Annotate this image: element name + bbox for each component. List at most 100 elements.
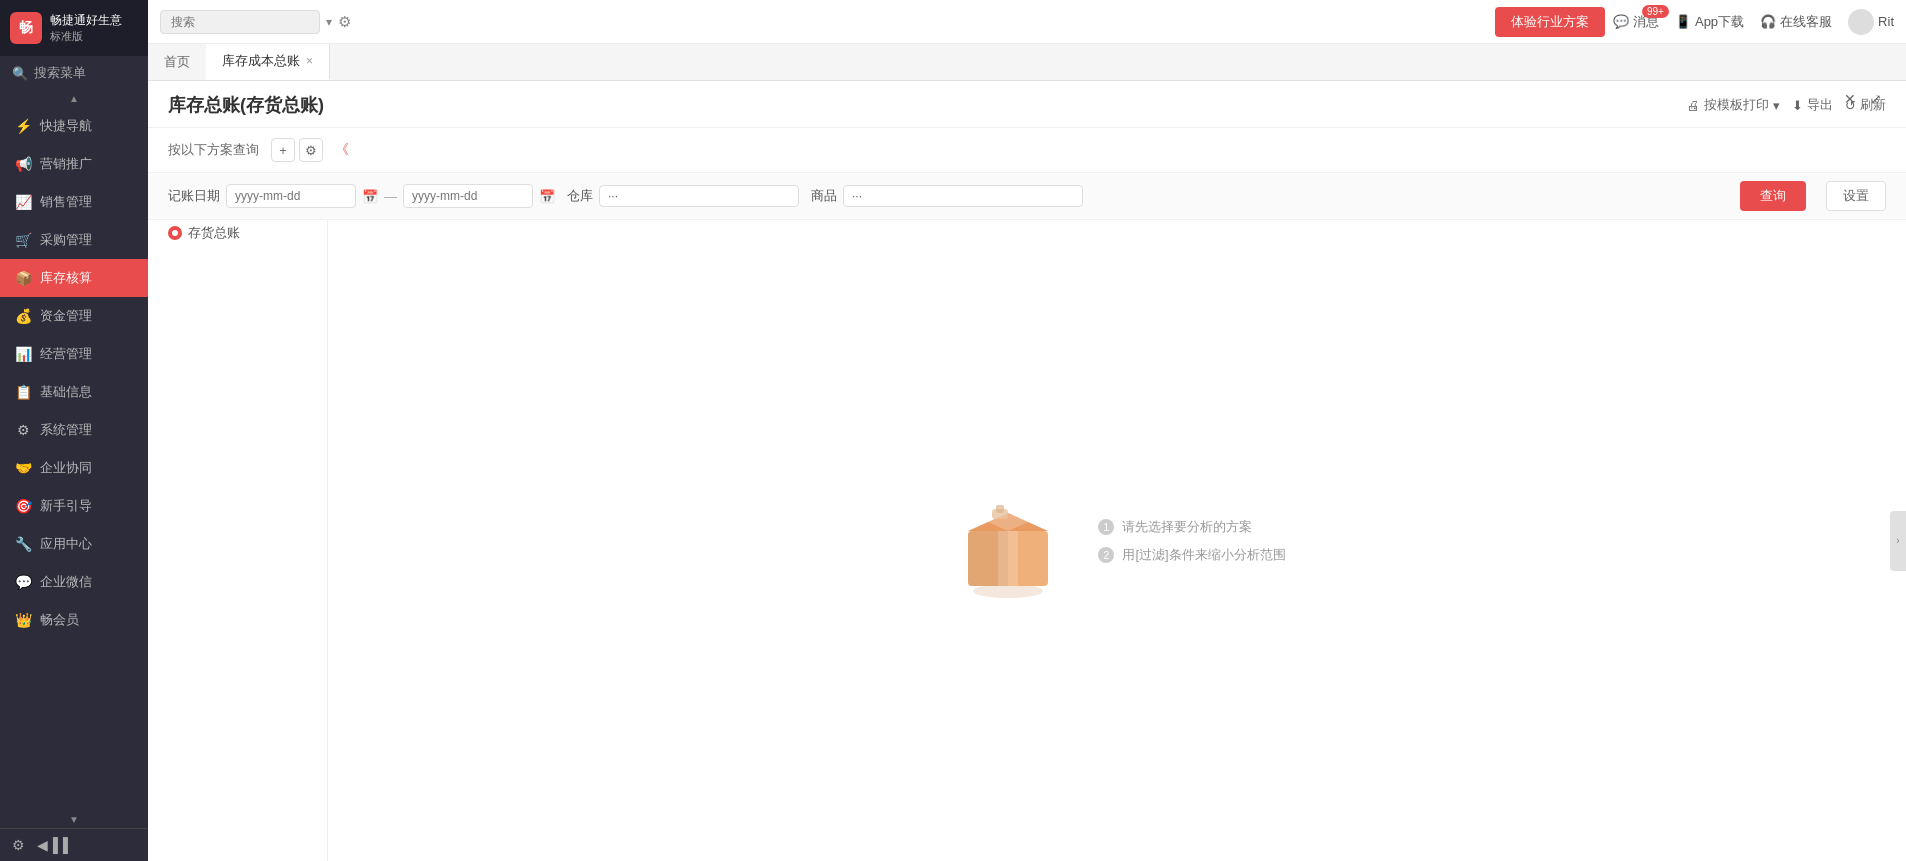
sidebar-item-enterprise-wx[interactable]: 💬 企业微信 bbox=[0, 563, 148, 601]
filter-bar: 按以下方案查询 + ⚙ 《 bbox=[148, 128, 1906, 173]
enterprise-wx-label: 企业微信 bbox=[40, 573, 92, 591]
goods-more-btn[interactable]: ··· bbox=[843, 185, 1083, 207]
topbar-right: 💬 消息 99+ 📱 App下载 🎧 在线客服 Rit bbox=[1613, 9, 1894, 35]
topbar-search-input[interactable] bbox=[160, 10, 320, 34]
body-area: 存货总账 bbox=[148, 220, 1906, 861]
message-icon: 💬 bbox=[1613, 14, 1629, 29]
tab-home[interactable]: 首页 bbox=[148, 45, 206, 79]
scheme-panel: 存货总账 bbox=[148, 220, 328, 861]
close-window-btn[interactable]: ✕ bbox=[1838, 89, 1862, 109]
calendar-end-icon[interactable]: 📅 bbox=[539, 189, 555, 204]
filter-add-buttons: + ⚙ bbox=[271, 138, 323, 162]
sales-label: 销售管理 bbox=[40, 193, 92, 211]
app-name: 畅捷通好生意 bbox=[50, 12, 122, 29]
system-icon: ⚙ bbox=[14, 421, 32, 439]
online-service-label: 在线客服 bbox=[1780, 13, 1832, 31]
print-chevron-icon: ▾ bbox=[1773, 98, 1780, 113]
collapse-filter-btn[interactable]: 《 bbox=[335, 141, 349, 159]
guide-icon: 🎯 bbox=[14, 497, 32, 515]
tab-inventory-cost[interactable]: 库存成本总账 × bbox=[206, 44, 330, 80]
member-label: 畅会员 bbox=[40, 611, 79, 629]
query-btn[interactable]: 查询 bbox=[1740, 181, 1806, 211]
warehouse-filter-field: 仓库 ··· bbox=[567, 185, 799, 207]
sidebar-item-system[interactable]: ⚙ 系统管理 bbox=[0, 411, 148, 449]
export-label: 导出 bbox=[1807, 96, 1833, 114]
app-logo: 畅 畅捷通好生意 标准版 bbox=[0, 0, 148, 56]
filter-row: 记账日期 📅 — 📅 仓库 ··· 商品 ··· bbox=[148, 173, 1906, 220]
app-download-item[interactable]: 📱 App下载 bbox=[1675, 13, 1744, 31]
audio-footer-icon[interactable]: ◀▐▐ bbox=[37, 837, 68, 853]
finance-icon: 💰 bbox=[14, 307, 32, 325]
warehouse-more-btn[interactable]: ··· bbox=[599, 185, 799, 207]
message-item[interactable]: 💬 消息 99+ bbox=[1613, 13, 1659, 31]
sidebar-item-finance[interactable]: 💰 资金管理 bbox=[0, 297, 148, 335]
export-btn[interactable]: ⬇ 导出 bbox=[1792, 96, 1833, 114]
topbar: ▾ ⚙ 体验行业方案 💬 消息 99+ 📱 App下载 🎧 在线客服 Rit bbox=[148, 0, 1906, 44]
settings-footer-icon[interactable]: ⚙ bbox=[12, 837, 25, 853]
print-label: 按模板打印 bbox=[1704, 96, 1769, 114]
scheme-dot-icon bbox=[168, 226, 182, 240]
calendar-start-icon[interactable]: 📅 bbox=[362, 189, 378, 204]
empty-svg bbox=[948, 491, 1068, 601]
filter-settings-icon-btn[interactable]: ⚙ bbox=[299, 138, 323, 162]
search-menu-item[interactable]: 🔍 搜索菜单 bbox=[0, 56, 148, 90]
sidebar-item-sales[interactable]: 📈 销售管理 bbox=[0, 183, 148, 221]
data-area: 1 请先选择要分析的方案 2 用[过滤]条件来缩小分析范围 › bbox=[328, 220, 1906, 861]
sidebar-item-guide[interactable]: 🎯 新手引导 bbox=[0, 487, 148, 525]
filter-bar-label: 按以下方案查询 bbox=[168, 141, 259, 159]
page-title: 库存总账(存货总账) bbox=[168, 93, 324, 117]
side-panel-toggle[interactable]: › bbox=[1890, 511, 1906, 571]
date-start-input[interactable] bbox=[226, 184, 356, 208]
resize-icon[interactable]: ⤢ bbox=[1870, 91, 1882, 107]
window-controls: ✕ ⤢ bbox=[1838, 89, 1882, 109]
empty-hint-2: 2 用[过滤]条件来缩小分析范围 bbox=[1098, 546, 1285, 564]
sidebar-item-member[interactable]: 👑 畅会员 bbox=[0, 601, 148, 639]
app-download-icon: 📱 bbox=[1675, 14, 1691, 29]
user-avatar bbox=[1848, 9, 1874, 35]
cooperation-label: 企业协同 bbox=[40, 459, 92, 477]
sidebar: 畅 畅捷通好生意 标准版 🔍 搜索菜单 ▲ ⚡ 快捷导航 📢 营销推广 📈 销售… bbox=[0, 0, 148, 861]
topbar-gear-icon[interactable]: ⚙ bbox=[338, 13, 351, 31]
sidebar-item-inventory[interactable]: 📦 库存核算 bbox=[0, 259, 148, 297]
date-filter-field: 记账日期 📅 — 📅 bbox=[168, 184, 555, 208]
sidebar-item-cooperation[interactable]: 🤝 企业协同 bbox=[0, 449, 148, 487]
svg-rect-7 bbox=[996, 505, 1004, 513]
inventory-label: 库存核算 bbox=[40, 269, 92, 287]
print-btn[interactable]: 🖨 按模板打印 ▾ bbox=[1687, 96, 1780, 114]
scheme-item-inventory[interactable]: 存货总账 bbox=[148, 220, 327, 246]
sidebar-item-purchase[interactable]: 🛒 采购管理 bbox=[0, 221, 148, 259]
sidebar-item-marketing[interactable]: 📢 营销推广 bbox=[0, 145, 148, 183]
add-filter-btn[interactable]: + bbox=[271, 138, 295, 162]
active-tab-label: 库存成本总账 bbox=[222, 52, 300, 70]
user-item[interactable]: Rit bbox=[1848, 9, 1894, 35]
empty-hints: 1 请先选择要分析的方案 2 用[过滤]条件来缩小分析范围 bbox=[1098, 518, 1285, 564]
operations-icon: 📊 bbox=[14, 345, 32, 363]
search-menu-label: 搜索菜单 bbox=[34, 64, 86, 82]
tab-close-btn[interactable]: × bbox=[306, 54, 313, 68]
settings-filter-btn[interactable]: 设置 bbox=[1826, 181, 1886, 211]
date-end-input[interactable] bbox=[403, 184, 533, 208]
online-service-item[interactable]: 🎧 在线客服 bbox=[1760, 13, 1832, 31]
guide-label: 新手引导 bbox=[40, 497, 92, 515]
sidebar-item-quick-nav[interactable]: ⚡ 快捷导航 bbox=[0, 107, 148, 145]
step-num-1: 1 bbox=[1098, 519, 1114, 535]
purchase-icon: 🛒 bbox=[14, 231, 32, 249]
scroll-down-btn[interactable]: ▼ bbox=[0, 811, 148, 828]
scheme-item-label: 存货总账 bbox=[188, 224, 240, 242]
industry-btn[interactable]: 体验行业方案 bbox=[1495, 7, 1605, 37]
svg-rect-4 bbox=[998, 531, 1018, 586]
search-icon: 🔍 bbox=[12, 66, 28, 81]
app-download-label: App下载 bbox=[1695, 13, 1744, 31]
sidebar-item-app-center[interactable]: 🔧 应用中心 bbox=[0, 525, 148, 563]
scroll-up-btn[interactable]: ▲ bbox=[0, 90, 148, 107]
export-icon: ⬇ bbox=[1792, 98, 1803, 113]
marketing-icon: 📢 bbox=[14, 155, 32, 173]
sidebar-item-operations[interactable]: 📊 经营管理 bbox=[0, 335, 148, 373]
page-header: 库存总账(存货总账) 🖨 按模板打印 ▾ ⬇ 导出 ↺ 刷新 bbox=[148, 81, 1906, 128]
search-chevron-icon[interactable]: ▾ bbox=[326, 15, 332, 29]
finance-label: 资金管理 bbox=[40, 307, 92, 325]
logo-letter: 畅 bbox=[19, 19, 33, 37]
logo-icon: 畅 bbox=[10, 12, 42, 44]
sidebar-item-basic-info[interactable]: 📋 基础信息 bbox=[0, 373, 148, 411]
marketing-label: 营销推广 bbox=[40, 155, 92, 173]
